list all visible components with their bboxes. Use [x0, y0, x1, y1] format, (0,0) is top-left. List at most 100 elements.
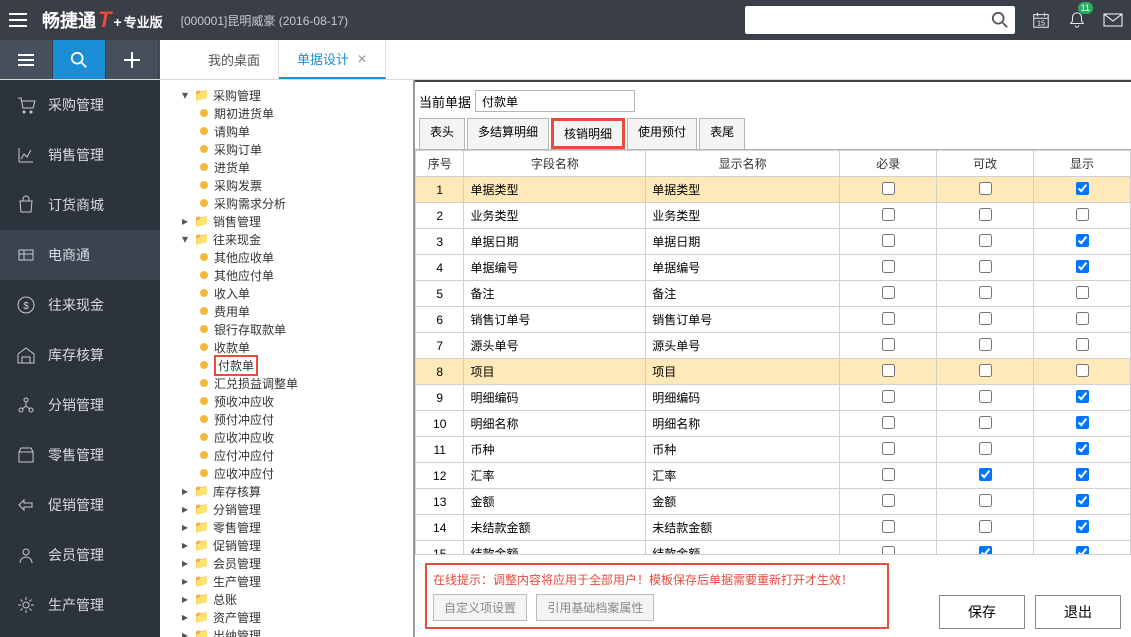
- show-checkbox[interactable]: [1076, 390, 1089, 403]
- sub-tab-表尾[interactable]: 表尾: [699, 118, 745, 149]
- show-checkbox[interactable]: [1076, 182, 1089, 195]
- show-checkbox[interactable]: [1076, 312, 1089, 325]
- table-row[interactable]: 4单据编号单据编号: [416, 255, 1131, 281]
- tree-item-采购发票[interactable]: 采购发票: [162, 176, 411, 194]
- editable-checkbox[interactable]: [979, 364, 992, 377]
- col-header[interactable]: 必录: [840, 151, 937, 177]
- editable-checkbox[interactable]: [979, 338, 992, 351]
- table-row[interactable]: 5备注备注: [416, 281, 1131, 307]
- editable-checkbox[interactable]: [979, 234, 992, 247]
- col-header[interactable]: 序号: [416, 151, 464, 177]
- col-header[interactable]: 显示名称: [646, 151, 840, 177]
- save-button[interactable]: 保存: [939, 595, 1025, 629]
- menu-toggle-icon[interactable]: [0, 0, 36, 40]
- tree-item-付款单[interactable]: 付款单: [162, 356, 411, 374]
- editable-checkbox[interactable]: [979, 182, 992, 195]
- required-checkbox[interactable]: [882, 546, 895, 555]
- tree-item-其他应付单[interactable]: 其他应付单: [162, 266, 411, 284]
- show-checkbox[interactable]: [1076, 260, 1089, 273]
- required-checkbox[interactable]: [882, 468, 895, 481]
- search-input[interactable]: [745, 13, 985, 27]
- nav-item-分销管理[interactable]: 分销管理: [0, 380, 160, 430]
- toggle-nav-icon[interactable]: [0, 40, 53, 79]
- editable-checkbox[interactable]: [979, 546, 992, 555]
- table-row[interactable]: 11币种币种: [416, 437, 1131, 463]
- tree-item-应付冲应付[interactable]: 应付冲应付: [162, 446, 411, 464]
- collapse-icon[interactable]: ▾: [180, 232, 190, 246]
- sub-tab-核销明细[interactable]: 核销明细: [551, 118, 625, 149]
- editable-checkbox[interactable]: [979, 208, 992, 221]
- tab-bill-design[interactable]: 单据设计 ✕: [279, 40, 386, 79]
- table-row[interactable]: 10明细名称明细名称: [416, 411, 1131, 437]
- nav-item-库存核算[interactable]: 库存核算: [0, 330, 160, 380]
- table-row[interactable]: 7源头单号源头单号: [416, 333, 1131, 359]
- col-header[interactable]: 字段名称: [464, 151, 646, 177]
- required-checkbox[interactable]: [882, 234, 895, 247]
- exit-button[interactable]: 退出: [1035, 595, 1121, 629]
- tree-folder-促销管理[interactable]: ▸📁促销管理: [162, 536, 411, 554]
- tree-item-银行存取款单[interactable]: 银行存取款单: [162, 320, 411, 338]
- required-checkbox[interactable]: [882, 390, 895, 403]
- col-header[interactable]: 显示: [1034, 151, 1131, 177]
- expand-icon[interactable]: ▸: [180, 538, 190, 552]
- expand-icon[interactable]: ▸: [180, 484, 190, 498]
- tree-item-预付冲应付[interactable]: 预付冲应付: [162, 410, 411, 428]
- table-row[interactable]: 2业务类型业务类型: [416, 203, 1131, 229]
- nav-item-订货商城[interactable]: 订货商城: [0, 180, 160, 230]
- tab-desktop[interactable]: 我的桌面: [190, 40, 279, 79]
- expand-icon[interactable]: ▸: [180, 214, 190, 228]
- expand-icon[interactable]: ▸: [180, 520, 190, 534]
- calendar-icon[interactable]: 15: [1023, 0, 1059, 40]
- table-row[interactable]: 15结款金额结款金额: [416, 541, 1131, 555]
- expand-icon[interactable]: ▸: [180, 610, 190, 624]
- show-checkbox[interactable]: [1076, 468, 1089, 481]
- nav-item-零售管理[interactable]: 零售管理: [0, 430, 160, 480]
- nav-item-会员管理[interactable]: 会员管理: [0, 530, 160, 580]
- editable-checkbox[interactable]: [979, 494, 992, 507]
- add-icon[interactable]: [106, 40, 159, 79]
- show-checkbox[interactable]: [1076, 520, 1089, 533]
- table-row[interactable]: 9明细编码明细编码: [416, 385, 1131, 411]
- required-checkbox[interactable]: [882, 494, 895, 507]
- custom-fields-button[interactable]: 自定义项设置: [433, 594, 527, 621]
- show-checkbox[interactable]: [1076, 442, 1089, 455]
- required-checkbox[interactable]: [882, 520, 895, 533]
- required-checkbox[interactable]: [882, 312, 895, 325]
- show-checkbox[interactable]: [1076, 338, 1089, 351]
- table-row[interactable]: 8项目项目: [416, 359, 1131, 385]
- tree-folder-零售管理[interactable]: ▸📁零售管理: [162, 518, 411, 536]
- tree-folder-分销管理[interactable]: ▸📁分销管理: [162, 500, 411, 518]
- tree-folder-总账[interactable]: ▸📁总账: [162, 590, 411, 608]
- tree-item-进货单[interactable]: 进货单: [162, 158, 411, 176]
- expand-icon[interactable]: ▸: [180, 592, 190, 606]
- tree-item-费用单[interactable]: 费用单: [162, 302, 411, 320]
- required-checkbox[interactable]: [882, 364, 895, 377]
- nav-item-采购管理[interactable]: 采购管理: [0, 80, 160, 130]
- required-checkbox[interactable]: [882, 416, 895, 429]
- editable-checkbox[interactable]: [979, 416, 992, 429]
- tree-item-应收冲应收[interactable]: 应收冲应收: [162, 428, 411, 446]
- tree-item-收款单[interactable]: 收款单: [162, 338, 411, 356]
- show-checkbox[interactable]: [1076, 494, 1089, 507]
- mail-icon[interactable]: [1095, 0, 1131, 40]
- notification-icon[interactable]: 11: [1059, 0, 1095, 40]
- show-checkbox[interactable]: [1076, 546, 1089, 555]
- editable-checkbox[interactable]: [979, 390, 992, 403]
- nav-item-生产管理[interactable]: 生产管理: [0, 580, 160, 630]
- tree-item-请购单[interactable]: 请购单: [162, 122, 411, 140]
- table-row[interactable]: 3单据日期单据日期: [416, 229, 1131, 255]
- tree-item-采购需求分析[interactable]: 采购需求分析: [162, 194, 411, 212]
- tree-item-其他应收单[interactable]: 其他应收单: [162, 248, 411, 266]
- nav-item-促销管理[interactable]: 促销管理: [0, 480, 160, 530]
- table-row[interactable]: 12汇率汇率: [416, 463, 1131, 489]
- show-checkbox[interactable]: [1076, 364, 1089, 377]
- tree-item-预收冲应收[interactable]: 预收冲应收: [162, 392, 411, 410]
- nav-item-销售管理[interactable]: 销售管理: [0, 130, 160, 180]
- tree-item-收入单[interactable]: 收入单: [162, 284, 411, 302]
- search-icon[interactable]: [985, 6, 1015, 34]
- show-checkbox[interactable]: [1076, 208, 1089, 221]
- sub-tab-表头[interactable]: 表头: [419, 118, 465, 149]
- editable-checkbox[interactable]: [979, 442, 992, 455]
- required-checkbox[interactable]: [882, 338, 895, 351]
- editable-checkbox[interactable]: [979, 468, 992, 481]
